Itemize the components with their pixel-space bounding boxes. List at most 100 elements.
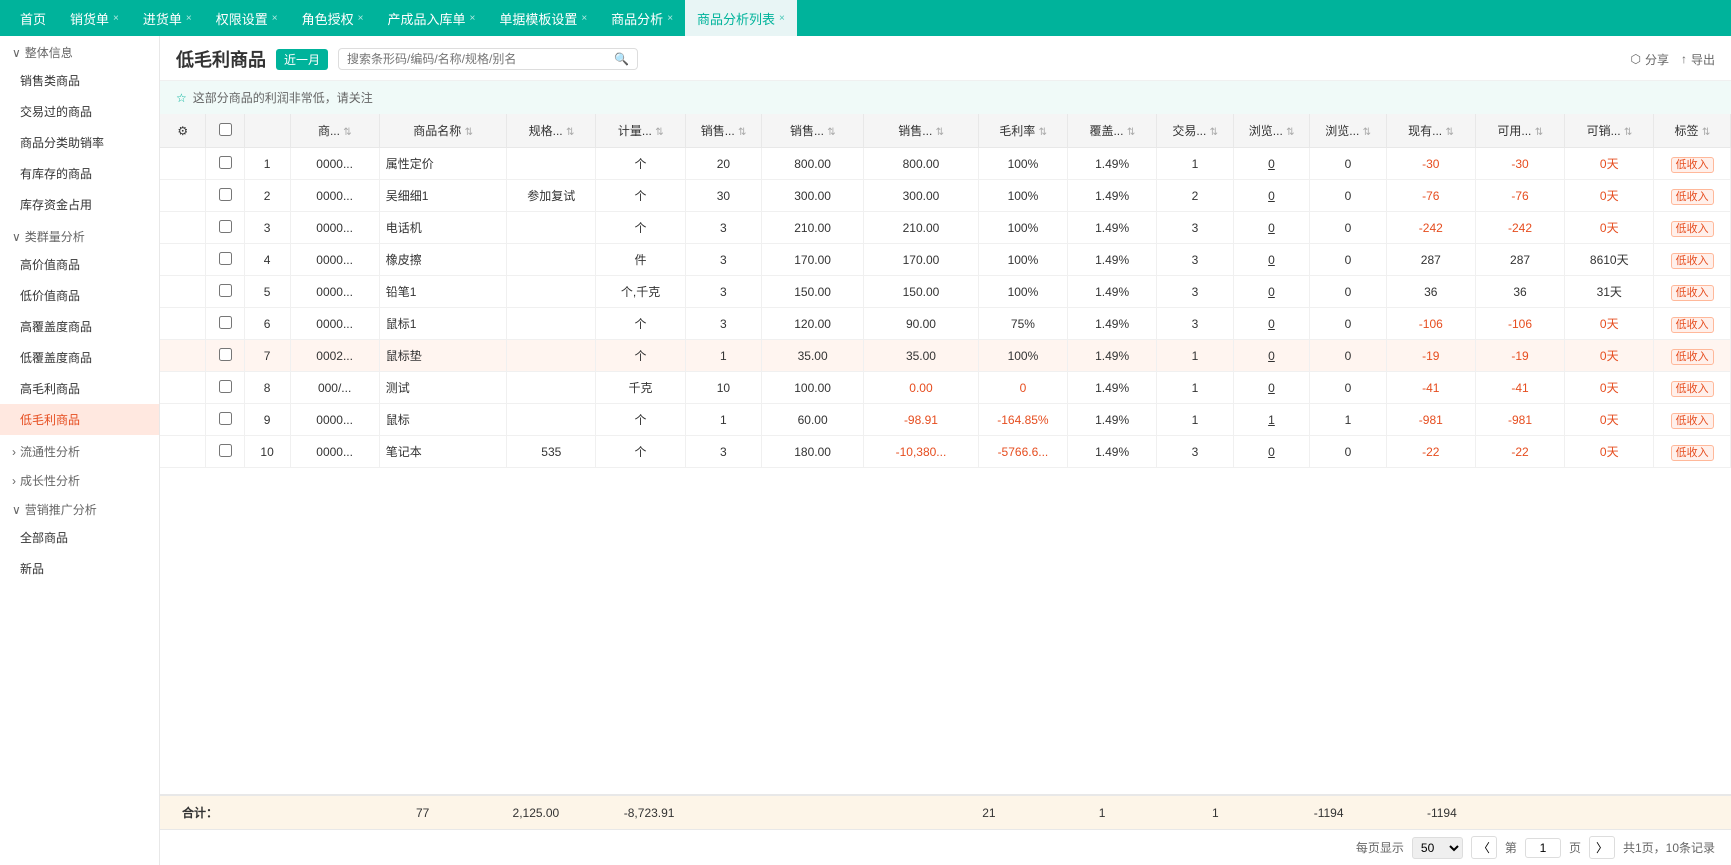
row-checkbox[interactable]: [219, 444, 232, 457]
close-icon[interactable]: ×: [779, 13, 785, 24]
page-number-input[interactable]: [1525, 838, 1561, 858]
top-navigation: 首页 销货单 × 进货单 × 权限设置 × 角色授权 × 产成品入库单 × 单据…: [0, 0, 1731, 36]
chevron-right-icon: ›: [12, 474, 16, 488]
cell-no: 9: [244, 404, 290, 436]
sidebar-item-category-rate[interactable]: 商品分类助销率: [0, 127, 159, 158]
sidebar-item-high-coverage[interactable]: 高覆盖度商品: [0, 311, 159, 342]
cell-available: -76: [1475, 180, 1564, 212]
nav-item-product-analysis[interactable]: 商品分析 ×: [599, 0, 685, 36]
col-view1[interactable]: 浏览... ⇅: [1233, 114, 1309, 148]
sidebar-item-traded-products[interactable]: 交易过的商品: [0, 96, 159, 127]
cell-view1[interactable]: 0: [1233, 244, 1309, 276]
cell-current: -30: [1386, 148, 1475, 180]
sidebar-item-in-stock[interactable]: 有库存的商品: [0, 158, 159, 189]
cell-amount: 210.00: [762, 212, 864, 244]
share-button[interactable]: ⬡ 分享: [1630, 51, 1669, 68]
cell-view1[interactable]: 0: [1233, 308, 1309, 340]
cell-view1[interactable]: 1: [1233, 404, 1309, 436]
nav-item-sales[interactable]: 销货单 ×: [58, 0, 131, 36]
col-name[interactable]: 商品名称 ⇅: [379, 114, 506, 148]
col-trade[interactable]: 交易... ⇅: [1157, 114, 1233, 148]
cell-qty: 3: [685, 276, 761, 308]
cell-view1[interactable]: 0: [1233, 180, 1309, 212]
col-profit[interactable]: 销售... ⇅: [864, 114, 979, 148]
col-margin[interactable]: 毛利率 ⇅: [978, 114, 1067, 148]
col-tag[interactable]: 标签 ⇅: [1654, 114, 1731, 148]
col-settings[interactable]: ⚙: [160, 114, 206, 148]
table-header-row: ⚙ 商... ⇅ 商品名称 ⇅ 规格... ⇅ 计量... ⇅ 销售... ⇅ …: [160, 114, 1731, 148]
cell-view1[interactable]: 0: [1233, 372, 1309, 404]
sidebar-item-low-coverage[interactable]: 低覆盖度商品: [0, 342, 159, 373]
header-actions: ⬡ 分享 ↑ 导出: [1630, 51, 1715, 68]
col-spec[interactable]: 规格... ⇅: [507, 114, 596, 148]
cell-view1[interactable]: 0: [1233, 340, 1309, 372]
sidebar-item-new-products[interactable]: 新品: [0, 553, 159, 584]
sidebar-item-low-margin[interactable]: 低毛利商品: [0, 404, 159, 435]
sidebar-group-growth[interactable]: › 成长性分析: [0, 464, 159, 493]
close-icon[interactable]: ×: [667, 13, 673, 24]
row-checkbox[interactable]: [219, 316, 232, 329]
col-saleable[interactable]: 可销... ⇅: [1565, 114, 1654, 148]
col-code[interactable]: 商... ⇅: [290, 114, 379, 148]
col-amount[interactable]: 销售... ⇅: [762, 114, 864, 148]
row-checkbox[interactable]: [219, 220, 232, 233]
row-checkbox[interactable]: [219, 380, 232, 393]
col-coverage[interactable]: 覆盖... ⇅: [1068, 114, 1157, 148]
cell-view1[interactable]: 0: [1233, 276, 1309, 308]
sidebar-item-low-value[interactable]: 低价值商品: [0, 280, 159, 311]
export-button[interactable]: ↑ 导出: [1681, 51, 1715, 68]
row-checkbox[interactable]: [219, 348, 232, 361]
close-icon[interactable]: ×: [113, 13, 119, 24]
sidebar-group-overall[interactable]: ∨ 整体信息: [0, 36, 159, 65]
sidebar-item-capital[interactable]: 库存资金占用: [0, 189, 159, 220]
cell-unit: 个,千克: [596, 276, 685, 308]
sidebar-group-circulation[interactable]: › 流通性分析: [0, 435, 159, 464]
select-all-checkbox[interactable]: [219, 123, 232, 136]
nav-item-home[interactable]: 首页: [8, 0, 58, 36]
cell-view1[interactable]: 0: [1233, 212, 1309, 244]
col-unit[interactable]: 计量... ⇅: [596, 114, 685, 148]
close-icon[interactable]: ×: [581, 13, 587, 24]
col-qty[interactable]: 销售... ⇅: [685, 114, 761, 148]
close-icon[interactable]: ×: [272, 13, 278, 24]
sidebar-item-high-value[interactable]: 高价值商品: [0, 249, 159, 280]
filter-tag-button[interactable]: 近一月: [276, 49, 328, 70]
cell-tag: 低收入: [1654, 404, 1731, 436]
col-current[interactable]: 现有... ⇅: [1386, 114, 1475, 148]
next-page-button[interactable]: 〉: [1589, 836, 1615, 859]
col-view2[interactable]: 浏览... ⇅: [1310, 114, 1386, 148]
nav-item-product-entry[interactable]: 产成品入库单 ×: [375, 0, 487, 36]
nav-item-analysis-list[interactable]: 商品分析列表 ×: [685, 0, 797, 36]
page-size-select[interactable]: 50 20 100: [1412, 837, 1463, 859]
nav-item-permissions[interactable]: 权限设置 ×: [204, 0, 290, 36]
cell-coverage: 1.49%: [1068, 372, 1157, 404]
sidebar-item-sales-products[interactable]: 销售类商品: [0, 65, 159, 96]
search-icon[interactable]: 🔍: [614, 52, 629, 66]
sidebar-item-all-products[interactable]: 全部商品: [0, 522, 159, 553]
prev-page-button[interactable]: 〈: [1471, 836, 1497, 859]
cell-view2: 0: [1310, 276, 1386, 308]
search-input[interactable]: [347, 52, 614, 66]
nav-item-purchase[interactable]: 进货单 ×: [131, 0, 204, 36]
footer-profit: -8,723.91: [593, 806, 706, 820]
row-checkbox[interactable]: [219, 156, 232, 169]
col-available[interactable]: 可用... ⇅: [1475, 114, 1564, 148]
footer-view1: 1: [1046, 806, 1159, 820]
cell-view1[interactable]: 0: [1233, 148, 1309, 180]
nav-item-template-settings[interactable]: 单据模板设置 ×: [487, 0, 599, 36]
row-checkbox[interactable]: [219, 284, 232, 297]
row-checkbox[interactable]: [219, 412, 232, 425]
row-checkbox[interactable]: [219, 188, 232, 201]
chevron-down-icon: ∨: [12, 230, 21, 244]
sidebar-group-cluster[interactable]: ∨ 类群量分析: [0, 220, 159, 249]
close-icon[interactable]: ×: [358, 13, 364, 24]
sidebar-group-marketing[interactable]: ∨ 营销推广分析: [0, 493, 159, 522]
cell-view1[interactable]: 0: [1233, 436, 1309, 468]
close-icon[interactable]: ×: [469, 13, 475, 24]
sidebar-item-high-margin[interactable]: 高毛利商品: [0, 373, 159, 404]
cell-settings: [160, 180, 206, 212]
nav-item-roles[interactable]: 角色授权 ×: [290, 0, 376, 36]
row-checkbox[interactable]: [219, 252, 232, 265]
cell-profit: 210.00: [864, 212, 979, 244]
close-icon[interactable]: ×: [186, 13, 192, 24]
